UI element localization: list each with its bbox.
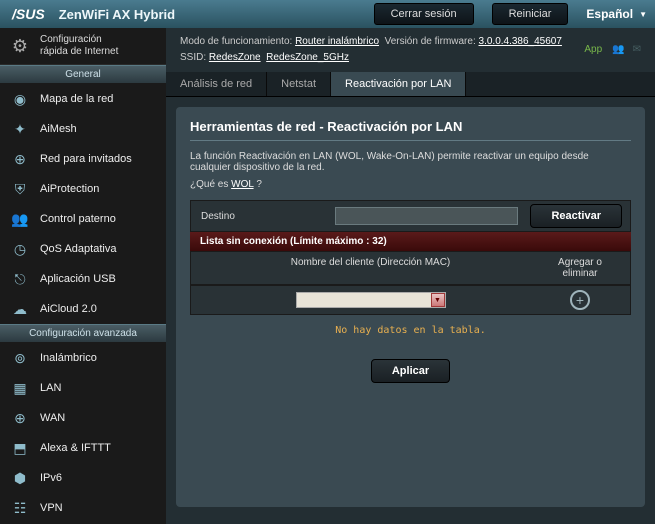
nav-icon: ▦ [10, 378, 30, 398]
sidebar-item-qos-adaptativa[interactable]: ◷ QoS Adaptativa [0, 234, 166, 264]
sidebar-item-label: Aplicación USB [40, 273, 116, 285]
language-label: Español [586, 7, 633, 21]
section-general-header: General [0, 65, 166, 84]
col-client-name: Nombre del cliente (Dirección MAC) [201, 257, 540, 279]
mail-icon[interactable]: ✉ [633, 42, 641, 58]
nav-icon: ✦ [10, 119, 30, 139]
tabs: Análisis de redNetstatReactivación por L… [166, 72, 655, 97]
nav-icon: ◷ [10, 239, 30, 259]
nav-icon: ⊕ [10, 408, 30, 428]
sidebar-item-aimesh[interactable]: ✦ AiMesh [0, 114, 166, 144]
sidebar-item-mapa-de-la-red[interactable]: ◉ Mapa de la red [0, 84, 166, 114]
sidebar-item-control-paterno[interactable]: 👥 Control paterno [0, 204, 166, 234]
nav-icon: ⬢ [10, 468, 30, 488]
sidebar-item-aiprotection[interactable]: ⛨ AiProtection [0, 174, 166, 204]
nav-icon: ◉ [10, 89, 30, 109]
col-action: Agregar o eliminar [540, 257, 620, 279]
sidebar-item-label: VPN [40, 502, 63, 514]
quick-setup-button[interactable]: ⚙ Configuración rápida de Internet [0, 28, 166, 65]
nav-icon: ⬒ [10, 438, 30, 458]
ssid-link-1[interactable]: RedesZone [209, 52, 261, 63]
reboot-button[interactable]: Reiniciar [492, 3, 569, 25]
sidebar-item-wan[interactable]: ⊕ WAN [0, 403, 166, 433]
product-name: ZenWiFi AX Hybrid [59, 7, 175, 22]
language-select[interactable]: Español ▼ [586, 7, 647, 21]
firmware-link[interactable]: 3.0.0.4.386_45607 [479, 36, 562, 47]
sidebar-item-label: AiCloud 2.0 [40, 303, 97, 315]
nav-icon: ⊚ [10, 348, 30, 368]
destination-row: Destino Reactivar [190, 200, 631, 232]
nav-icon: ☷ [10, 498, 30, 518]
gear-icon: ⚙ [8, 34, 32, 58]
sidebar-item-inalámbrico[interactable]: ⊚ Inalámbrico [0, 343, 166, 373]
header: /SUS ZenWiFi AX Hybrid Cerrar sesión Rei… [0, 0, 655, 28]
select-arrow-icon: ▼ [431, 293, 445, 307]
nav-icon: ⎋ [10, 269, 30, 289]
info-bar: Modo de funcionamiento: Router inalámbri… [166, 28, 655, 72]
sidebar-item-aplicación-usb[interactable]: ⎋ Aplicación USB [0, 264, 166, 294]
client-select[interactable]: ▼ [296, 292, 446, 308]
sidebar-item-label: AiMesh [40, 123, 77, 135]
main-content: Modo de funcionamiento: Router inalámbri… [166, 28, 655, 524]
sidebar-item-label: Control paterno [40, 213, 116, 225]
section-advanced-header: Configuración avanzada [0, 324, 166, 343]
nav-icon: ☁ [10, 299, 30, 319]
table-columns: Nombre del cliente (Dirección MAC) Agreg… [190, 251, 631, 285]
sidebar-item-label: Inalámbrico [40, 352, 97, 364]
sidebar-item-label: IPv6 [40, 472, 62, 484]
destination-input[interactable] [335, 207, 518, 225]
ssid-link-2[interactable]: RedesZone_5GHz [266, 52, 349, 63]
sidebar: ⚙ Configuración rápida de Internet Gener… [0, 28, 166, 524]
apply-button[interactable]: Aplicar [371, 359, 450, 383]
sidebar-item-label: Alexa & IFTTT [40, 442, 111, 454]
sidebar-item-label: QoS Adaptativa [40, 243, 116, 255]
no-data-message: No hay datos en la tabla. [190, 315, 631, 346]
mode-link[interactable]: Router inalámbrico [295, 36, 379, 47]
tab-netstat[interactable]: Netstat [267, 72, 331, 96]
nav-icon: ⊕ [10, 149, 30, 169]
content-panel: Herramientas de red - Reactivación por L… [176, 107, 645, 507]
add-button[interactable]: + [570, 290, 590, 310]
offline-list-header: Lista sin conexión (Límite máximo : 32) [190, 232, 631, 251]
sidebar-item-label: AiProtection [40, 183, 99, 195]
sidebar-item-red-para-invitados[interactable]: ⊕ Red para invitados [0, 144, 166, 174]
logout-button[interactable]: Cerrar sesión [374, 3, 474, 25]
wol-link[interactable]: WOL [231, 179, 253, 190]
brand-logo: /SUS [8, 6, 49, 22]
page-desc: La función Reactivación en LAN (WOL, Wak… [190, 151, 631, 173]
sidebar-item-lan[interactable]: ▦ LAN [0, 373, 166, 403]
users-icon[interactable]: 👥 [612, 42, 624, 58]
table-input-row: ▼ + [190, 285, 631, 315]
wake-button[interactable]: Reactivar [530, 204, 622, 228]
page-title: Herramientas de red - Reactivación por L… [190, 119, 631, 141]
sidebar-item-label: Red para invitados [40, 153, 132, 165]
destination-label: Destino [191, 205, 331, 228]
sidebar-item-label: WAN [40, 412, 65, 424]
sidebar-item-alexa-&-ifttt[interactable]: ⬒ Alexa & IFTTT [0, 433, 166, 463]
sidebar-item-vpn[interactable]: ☷ VPN [0, 493, 166, 523]
app-link[interactable]: App [584, 42, 602, 58]
chevron-down-icon: ▼ [639, 10, 647, 19]
sidebar-item-ipv6[interactable]: ⬢ IPv6 [0, 463, 166, 493]
wol-help: ¿Qué es WOL ? [190, 179, 631, 190]
quick-setup-label: Configuración rápida de Internet [40, 34, 118, 58]
sidebar-item-label: Mapa de la red [40, 93, 113, 105]
tab-análisis-de-red[interactable]: Análisis de red [166, 72, 267, 96]
tab-reactivación-por-lan[interactable]: Reactivación por LAN [331, 72, 466, 96]
nav-icon: ⛨ [10, 179, 30, 199]
sidebar-item-label: LAN [40, 382, 61, 394]
nav-icon: 👥 [10, 209, 30, 229]
sidebar-item-aicloud-2.0[interactable]: ☁ AiCloud 2.0 [0, 294, 166, 324]
